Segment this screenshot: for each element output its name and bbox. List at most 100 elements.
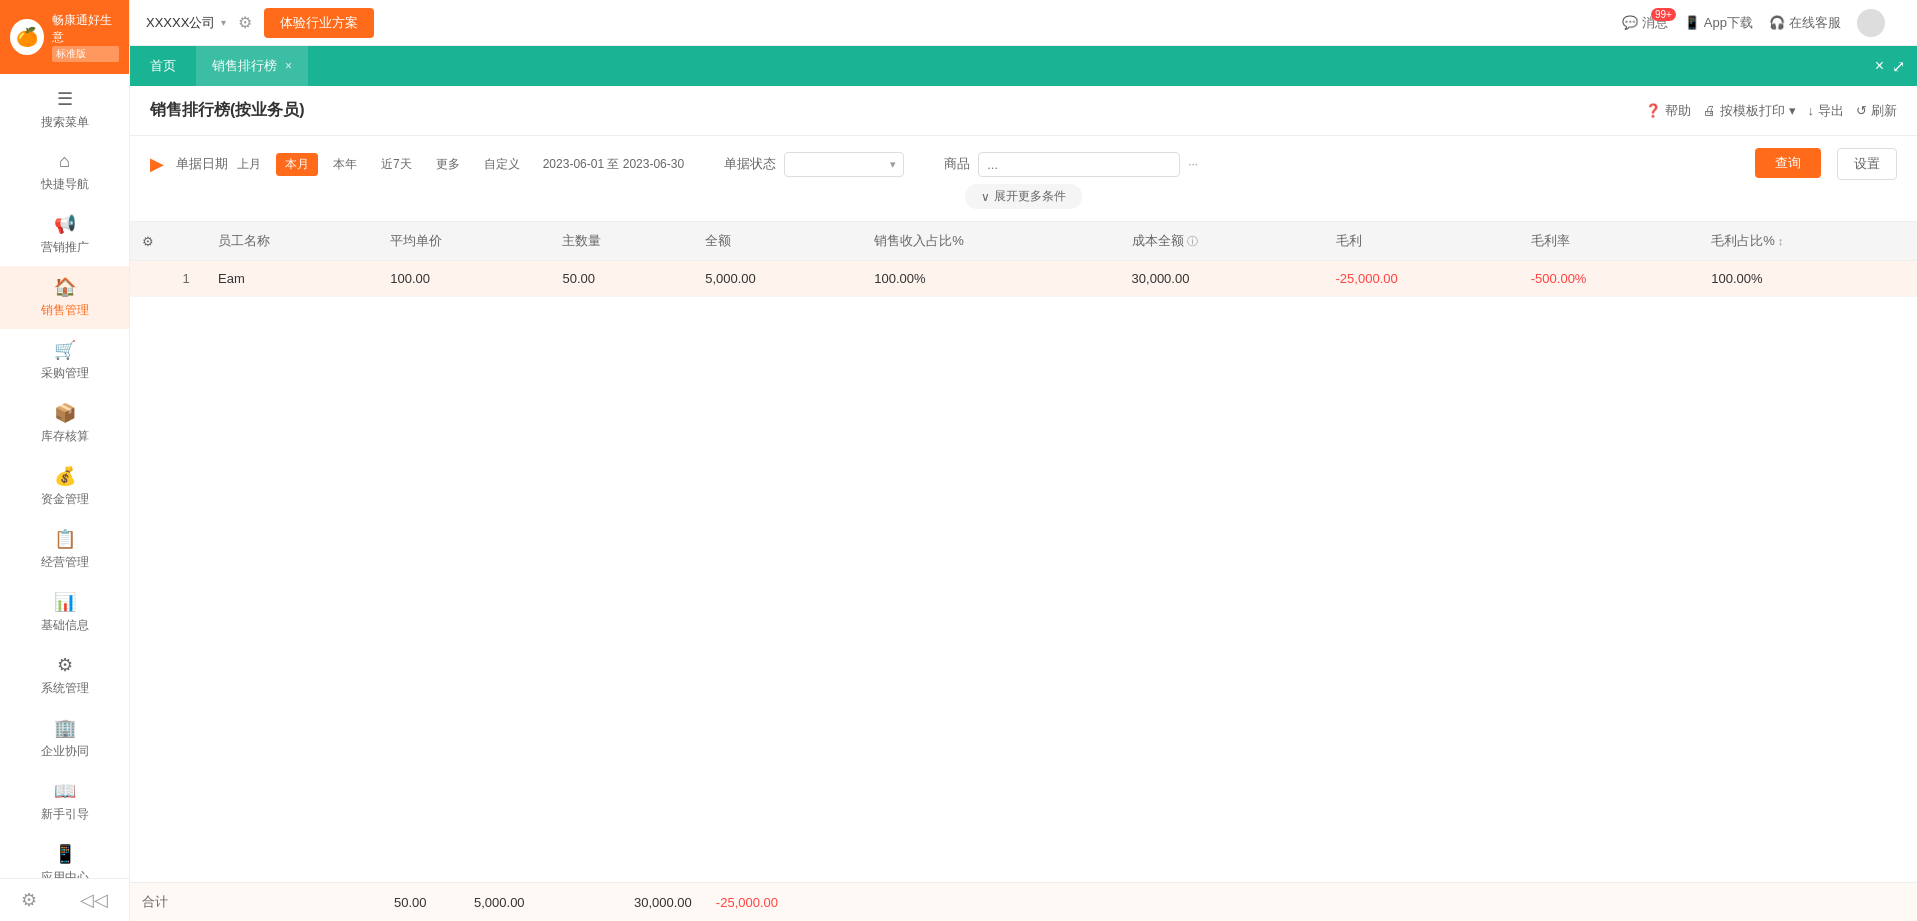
date-btn-this-month[interactable]: 本月 xyxy=(276,153,318,176)
table-body: 1 Eam 100.00 50.00 5,000.00 100.00% 30,0… xyxy=(130,261,1917,297)
footer-gross: -25,000.00 xyxy=(704,895,790,910)
sidebar-item-sales[interactable]: 🏠 销售管理 xyxy=(0,266,129,329)
company-dropdown-icon: ▾ xyxy=(221,17,226,28)
enterprise-icon: 🏢 xyxy=(54,717,76,739)
sidebar-item-apps[interactable]: 📱 应用中心 xyxy=(0,833,129,878)
sidebar-item-label: 库存核算 xyxy=(41,428,89,445)
sidebar-item-label: 营销推广 xyxy=(41,239,89,256)
sidebar-item-marketing[interactable]: 📢 营销推广 xyxy=(0,203,129,266)
refresh-button[interactable]: ↺ 刷新 xyxy=(1856,102,1897,120)
company-selector[interactable]: XXXXX公司 ▾ xyxy=(146,14,226,32)
sidebar-item-enterprise[interactable]: 🏢 企业协同 xyxy=(0,707,129,770)
footer-cost: 30,000.00 xyxy=(622,895,704,910)
th-name: 员工名称 xyxy=(206,222,378,261)
help-icon: ❓ xyxy=(1645,103,1661,118)
sidebar: 🍊 畅康通好生意 标准版 ☰ 搜索菜单 ⌂ 快捷导航 📢 营销推广 🏠 销售管理… xyxy=(0,0,130,921)
sidebar-item-system[interactable]: ⚙ 系统管理 xyxy=(0,644,129,707)
status-filter: 单据状态 xyxy=(724,152,904,177)
cell-name: Eam xyxy=(206,261,378,297)
sidebar-item-basic[interactable]: 📊 基础信息 xyxy=(0,581,129,644)
date-filter-label: 单据日期 xyxy=(176,155,228,173)
goods-filter-label: 商品 xyxy=(944,155,970,173)
sidebar-logo: 🍊 畅康通好生意 标准版 xyxy=(0,0,129,74)
export-button[interactable]: ↓ 导出 xyxy=(1808,102,1845,120)
print-dropdown-icon: ▾ xyxy=(1789,103,1796,118)
cell-rank: 1 xyxy=(166,261,206,297)
tabbar: 首页 销售排行榜 × × ⤢ xyxy=(130,46,1917,86)
filter-arrow-icon[interactable]: ▶ xyxy=(150,153,164,175)
filter-expand-row: ∨ 展开更多条件 xyxy=(150,180,1897,209)
cell-gross-pct: 100.00% xyxy=(1699,261,1917,297)
refresh-icon: ↺ xyxy=(1856,103,1867,118)
status-select[interactable] xyxy=(784,152,904,177)
th-cost: 成本全额 ⓘ xyxy=(1120,222,1324,261)
th-gross: 毛利 xyxy=(1324,222,1519,261)
sidebar-item-purchase[interactable]: 🛒 采购管理 xyxy=(0,329,129,392)
print-button[interactable]: 🖨 按模板打印 ▾ xyxy=(1703,102,1796,120)
settings-bottom-icon[interactable]: ⚙ xyxy=(21,889,37,911)
purchase-icon: 🛒 xyxy=(54,339,76,361)
topbar-gear-icon[interactable]: ⚙ xyxy=(238,13,252,32)
cost-info-icon[interactable]: ⓘ xyxy=(1187,234,1198,249)
sidebar-item-label: 快捷导航 xyxy=(41,176,89,193)
filter-area: ▶ 单据日期 上月 本月 本年 近7天 更多 自定义 2023-06-01 至 … xyxy=(130,136,1917,222)
message-icon: 💬 xyxy=(1622,15,1638,30)
cell-gross-rate: -500.00% xyxy=(1519,261,1700,297)
sidebar-item-finance[interactable]: 💰 资金管理 xyxy=(0,455,129,518)
window-restore-icon[interactable]: ⤢ xyxy=(1892,57,1905,76)
date-range-display: 2023-06-01 至 2023-06-30 xyxy=(543,156,684,173)
sidebar-item-label: 系统管理 xyxy=(41,680,89,697)
window-close-icon[interactable]: × xyxy=(1875,57,1884,75)
filter-right-buttons: 查询 设置 xyxy=(1755,148,1897,180)
date-btn-this-year[interactable]: 本年 xyxy=(324,153,366,176)
th-amount: 全额 xyxy=(693,222,862,261)
trial-button[interactable]: 体验行业方案 xyxy=(264,8,374,38)
goods-input[interactable] xyxy=(978,152,1180,177)
print-icon: 🖨 xyxy=(1703,103,1716,118)
online-service-button[interactable]: 🎧 在线客服 xyxy=(1769,14,1841,32)
export-icon: ↓ xyxy=(1808,103,1815,118)
sidebar-item-label: 新手引导 xyxy=(41,806,89,823)
table-wrapper: ⚙ 员工名称 平均单价 主数量 全额 销售收入占比% 成本全额 ⓘ xyxy=(130,222,1917,882)
footer-quantity: 50.00 xyxy=(382,895,462,910)
rankings-table: ⚙ 员工名称 平均单价 主数量 全额 销售收入占比% 成本全额 ⓘ xyxy=(130,222,1917,297)
app-download-button[interactable]: 📱 App下载 xyxy=(1684,14,1753,32)
sidebar-item-operation[interactable]: 📋 经营管理 xyxy=(0,518,129,581)
date-btn-7days[interactable]: 近7天 xyxy=(372,153,421,176)
query-button[interactable]: 查询 xyxy=(1755,148,1821,178)
sidebar-item-guide[interactable]: 📖 新手引导 xyxy=(0,770,129,833)
headset-icon: 🎧 xyxy=(1769,15,1785,30)
tab-sales-ranking[interactable]: 销售排行榜 × xyxy=(196,46,308,86)
date-btn-last-month[interactable]: 上月 xyxy=(228,153,270,176)
finance-icon: 💰 xyxy=(54,465,76,487)
expand-more-button[interactable]: ∨ 展开更多条件 xyxy=(965,184,1082,209)
date-btn-custom[interactable]: 自定义 xyxy=(475,153,529,176)
date-filter-buttons: 上月 本月 本年 近7天 更多 自定义 2023-06-01 至 2023-06… xyxy=(228,153,684,176)
table-header-row: ⚙ 员工名称 平均单价 主数量 全额 销售收入占比% 成本全额 ⓘ xyxy=(130,222,1917,261)
date-btn-more[interactable]: 更多 xyxy=(427,153,469,176)
footer-total-label: 合计 xyxy=(142,893,302,911)
th-settings[interactable]: ⚙ xyxy=(130,222,166,261)
tab-home[interactable]: 首页 xyxy=(130,46,196,86)
sidebar-item-label: 企业协同 xyxy=(41,743,89,760)
content-area: 销售排行榜(按业务员) ❓ 帮助 🖨 按模板打印 ▾ ↓ 导出 ↺ 刷新 xyxy=(130,86,1917,921)
gross-sort-icon[interactable]: ↕ xyxy=(1778,235,1784,247)
sidebar-item-label: 资金管理 xyxy=(41,491,89,508)
table-row: 1 Eam 100.00 50.00 5,000.00 100.00% 30,0… xyxy=(130,261,1917,297)
cell-quantity: 50.00 xyxy=(550,261,693,297)
sidebar-item-label: 基础信息 xyxy=(41,617,89,634)
tab-close-icon[interactable]: × xyxy=(285,59,292,73)
sidebar-item-quicknav[interactable]: ⌂ 快捷导航 xyxy=(0,141,129,203)
topbar: XXXXX公司 ▾ ⚙ 体验行业方案 💬 消息 99+ 📱 App下载 🎧 在线… xyxy=(130,0,1917,46)
message-button[interactable]: 💬 消息 99+ xyxy=(1622,14,1668,32)
cell-avg-price: 100.00 xyxy=(378,261,550,297)
th-sales-pct: 销售收入占比% xyxy=(862,222,1119,261)
user-avatar[interactable] xyxy=(1857,9,1885,37)
goods-more-icon[interactable]: ··· xyxy=(1188,157,1198,171)
help-button[interactable]: ❓ 帮助 xyxy=(1645,102,1691,120)
collapse-icon[interactable]: ◁◁ xyxy=(80,889,108,911)
settings-button[interactable]: 设置 xyxy=(1837,148,1897,180)
sidebar-item-inventory[interactable]: 📦 库存核算 xyxy=(0,392,129,455)
table-footer: 合计 50.00 5,000.00 30,000.00 -25,000.00 xyxy=(130,882,1917,921)
sidebar-item-search[interactable]: ☰ 搜索菜单 xyxy=(0,78,129,141)
